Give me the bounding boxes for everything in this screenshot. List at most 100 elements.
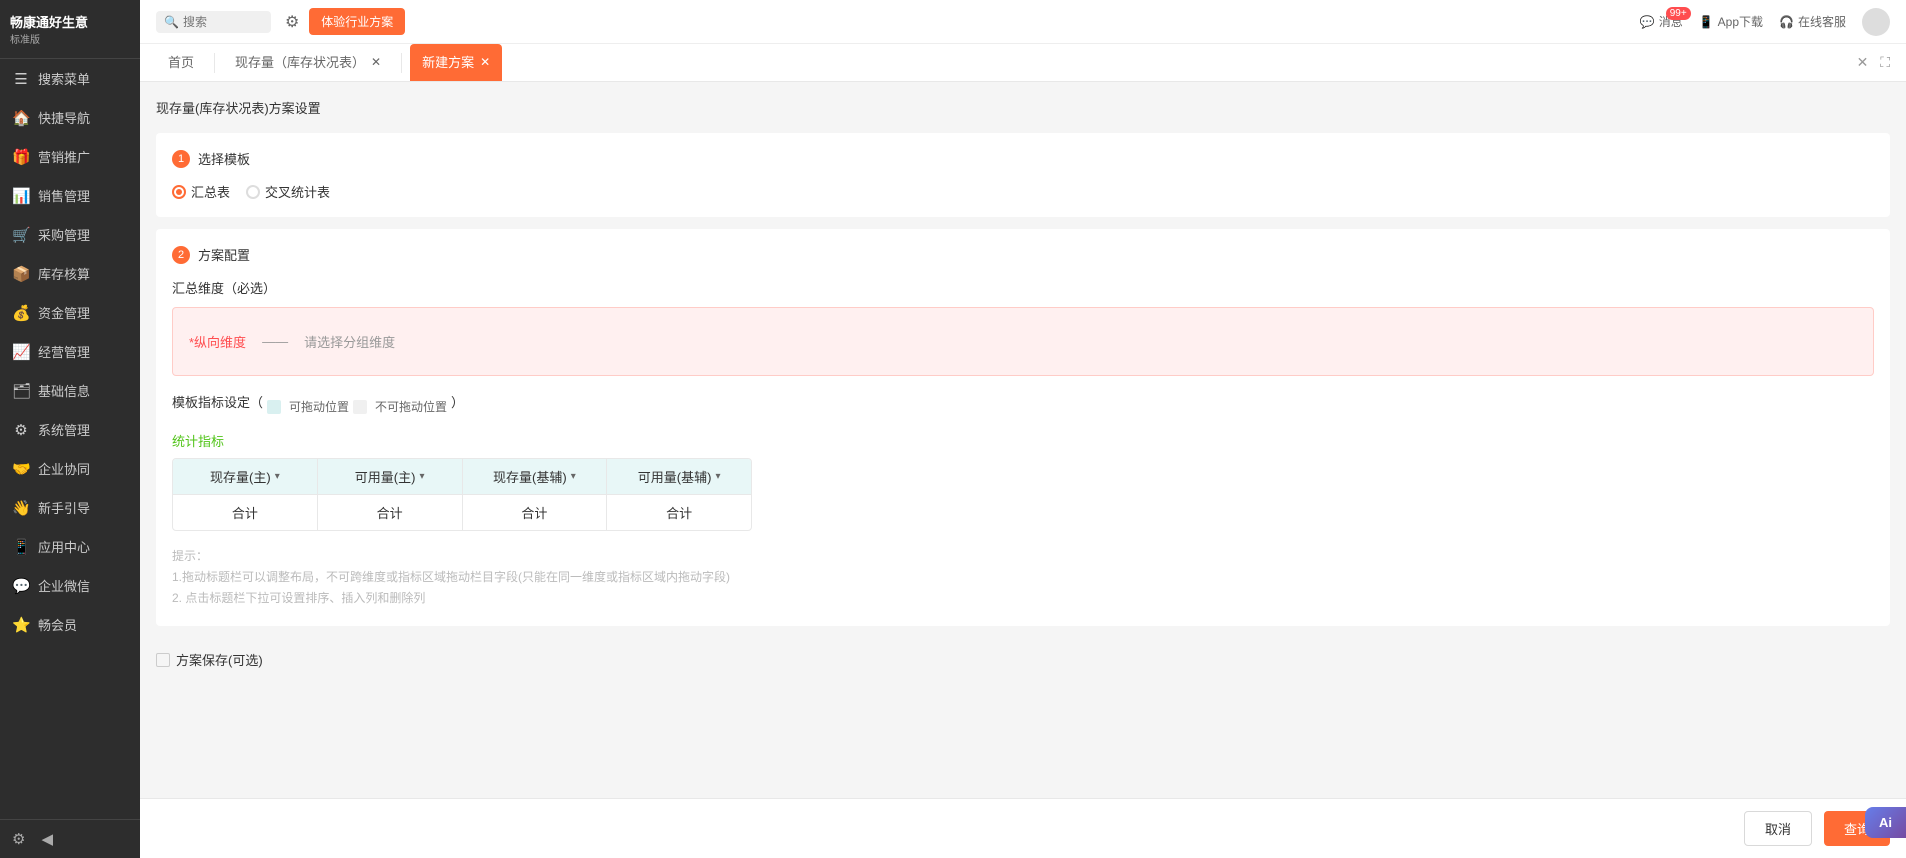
non-draggable-text: 不可拖动位置 <box>375 398 447 415</box>
step1-section: 1 选择模板 汇总表 交叉统计表 <box>156 133 1890 217</box>
vertical-dim-label: *纵向维度 <box>189 332 246 351</box>
sidebar-item-13[interactable]: 💬企业微信 <box>0 566 140 605</box>
tips-section: 提示： 1.拖动标题栏可以调整布局，不可跨维度或指标区域拖动栏目字段(只能在同一… <box>172 547 1874 608</box>
sidebar-item-label-9: 系统管理 <box>38 420 90 439</box>
chevron-down-icon-0: ▾ <box>275 471 280 482</box>
dim-dash: —— <box>262 334 288 349</box>
sidebar-item-label-0: 搜索菜单 <box>38 69 90 88</box>
sidebar-item-icon-10: 🤝 <box>12 460 30 478</box>
search-input[interactable] <box>183 15 263 29</box>
sidebar-item-9[interactable]: ⚙系统管理 <box>0 410 140 449</box>
step2-title: 方案配置 <box>198 245 250 264</box>
ai-button[interactable]: Ai <box>1865 807 1906 838</box>
save-checkbox[interactable] <box>156 653 170 667</box>
sidebar-item-label-10: 企业协同 <box>38 459 90 478</box>
stats-header-label-0: 现存量(主) <box>210 467 271 486</box>
tabs-bar: 首页 现存量（库存状况表） ✕ 新建方案 ✕ ✕ ⛶ <box>140 44 1906 82</box>
sidebar-item-label-5: 库存核算 <box>38 264 90 283</box>
sidebar-item-icon-12: 📱 <box>12 538 30 556</box>
sidebar-item-label-1: 快捷导航 <box>38 108 90 127</box>
sidebar-item-label-6: 资金管理 <box>38 303 90 322</box>
sidebar-item-2[interactable]: 🎁营销推广 <box>0 137 140 176</box>
sidebar-item-icon-8: 🗂 <box>12 382 30 400</box>
metrics-setting-row: 模板指标设定（ 可拖动位置 不可拖动位置 ） <box>172 392 1874 421</box>
dimension-box: *纵向维度 —— 请选择分组维度 <box>172 307 1874 376</box>
topbar-search[interactable]: 🔍 <box>156 11 271 33</box>
sidebar-item-icon-2: 🎁 <box>12 148 30 166</box>
sidebar-item-12[interactable]: 📱 应用中心 <box>0 527 140 566</box>
stats-header-label-1: 可用量(主) <box>355 467 416 486</box>
sidebar-item-label-11: 新手引导 <box>38 498 90 517</box>
sidebar-nav: ☰ 搜索菜单 🏠快捷导航🎁营销推广📊销售管理🛒采购管理📦库存核算💰资金管理📈经营管理… <box>0 59 140 819</box>
tip-item-1: 2. 点击标题栏下拉可设置排序、插入列和删除列 <box>172 589 1874 608</box>
stats-header-cell-3[interactable]: 可用量(基辅)▾ <box>607 459 751 494</box>
non-draggable-indicator <box>353 400 367 414</box>
sidebar-item-7[interactable]: 📈经营管理 <box>0 332 140 371</box>
sidebar-item-label-14: 畅会员 <box>38 615 77 634</box>
sidebar-item-1[interactable]: 🏠快捷导航 <box>0 98 140 137</box>
sidebar-item-8[interactable]: 🗂 基础信息 <box>0 371 140 410</box>
sidebar-settings-icon[interactable]: ⚙ <box>12 830 25 848</box>
sidebar-item-11[interactable]: 👋 新手引导 <box>0 488 140 527</box>
user-avatar[interactable] <box>1862 8 1890 36</box>
sidebar-item-4[interactable]: 🛒采购管理 <box>0 215 140 254</box>
online-service-btn[interactable]: 🎧 在线客服 <box>1779 13 1846 30</box>
sidebar-item-icon-4: 🛒 <box>12 226 30 244</box>
sidebar-item-label-8: 基础信息 <box>38 381 90 400</box>
message-btn[interactable]: 💬 消息 99+ <box>1640 13 1683 30</box>
phone-icon: 📱 <box>1699 15 1714 29</box>
sidebar-item-5[interactable]: 📦库存核算 <box>0 254 140 293</box>
radio-cross[interactable]: 交叉统计表 <box>246 182 330 201</box>
sidebar-item-icon-0: ☰ <box>12 70 30 88</box>
tab-home-label: 首页 <box>168 52 194 71</box>
stats-data-cell-0: 合计 <box>173 495 318 530</box>
sidebar-item-14[interactable]: ⭐ 畅会员 <box>0 605 140 644</box>
stats-header-cell-1[interactable]: 可用量(主)▾ <box>318 459 463 494</box>
tab-inventory-close-icon[interactable]: ✕ <box>371 55 381 69</box>
sidebar-item-6[interactable]: 💰资金管理 <box>0 293 140 332</box>
sidebar-item-icon-13: 💬 <box>12 577 30 595</box>
message-icon: 💬 <box>1640 15 1655 29</box>
sidebar-item-label-12: 应用中心 <box>38 537 90 556</box>
tab-new-plan-close-icon[interactable]: ✕ <box>480 55 490 69</box>
tab-new-plan[interactable]: 新建方案 ✕ <box>410 44 502 81</box>
app-name: 畅康通好生意 <box>10 12 130 31</box>
trial-btn[interactable]: 体验行业方案 <box>309 8 405 35</box>
app-download-btn[interactable]: 📱 App下载 <box>1699 13 1763 30</box>
tab-new-plan-label: 新建方案 <box>422 52 474 71</box>
sidebar-item-icon-14: ⭐ <box>12 616 30 634</box>
stats-data-cell-1: 合计 <box>318 495 463 530</box>
radio-summary[interactable]: 汇总表 <box>172 182 230 201</box>
sidebar-item-0[interactable]: ☰ 搜索菜单 <box>0 59 140 98</box>
sidebar-item-10[interactable]: 🤝 企业协同 <box>0 449 140 488</box>
tab-home[interactable]: 首页 <box>156 44 206 81</box>
dimension-label: 汇总维度（必选） <box>172 278 1874 297</box>
content-area: 现存量(库存状况表)方案设置 1 选择模板 汇总表 交叉统计表 <box>140 82 1906 798</box>
tips-title: 提示： <box>172 547 1874 564</box>
tab-separator-2 <box>401 53 402 73</box>
stats-header-label-3: 可用量(基辅) <box>638 467 712 486</box>
footer: 取消 查询 <box>140 798 1906 858</box>
metrics-setting-label: 模板指标设定（ <box>172 392 263 411</box>
stats-section-label: 统计指标 <box>172 431 1874 450</box>
tab-inventory[interactable]: 现存量（库存状况表） ✕ <box>223 44 393 81</box>
sidebar-collapse-icon[interactable]: ◀ <box>41 830 53 848</box>
step2-badge: 2 <box>172 246 190 264</box>
tip-item-0: 1.拖动标题栏可以调整布局，不可跨维度或指标区域拖动栏目字段(只能在同一维度或指… <box>172 568 1874 587</box>
step1-title: 选择模板 <box>198 149 250 168</box>
stats-header-cell-2[interactable]: 现存量(基辅)▾ <box>463 459 608 494</box>
tab-expand-btn[interactable]: ✕ ⛶ <box>1857 54 1890 71</box>
radio-cross-label: 交叉统计表 <box>265 182 330 201</box>
app-version: 标准版 <box>10 31 130 46</box>
close-icon: ✕ <box>1857 54 1869 70</box>
radio-summary-circle <box>172 185 186 199</box>
stats-data-cell-2: 合计 <box>463 495 608 530</box>
sidebar-item-3[interactable]: 📊销售管理 <box>0 176 140 215</box>
stats-header-label-2: 现存量(基辅) <box>493 467 567 486</box>
gear-icon[interactable]: ⚙ <box>285 12 299 32</box>
step2-section: 2 方案配置 汇总维度（必选） *纵向维度 —— 请选择分组维度 模板指标设定（… <box>156 229 1890 626</box>
sidebar-item-icon-11: 👋 <box>12 499 30 517</box>
cancel-button[interactable]: 取消 <box>1744 811 1812 846</box>
stats-header-cell-0[interactable]: 现存量(主) ▾ <box>173 459 318 494</box>
page-title: 现存量(库存状况表)方案设置 <box>156 98 1890 117</box>
